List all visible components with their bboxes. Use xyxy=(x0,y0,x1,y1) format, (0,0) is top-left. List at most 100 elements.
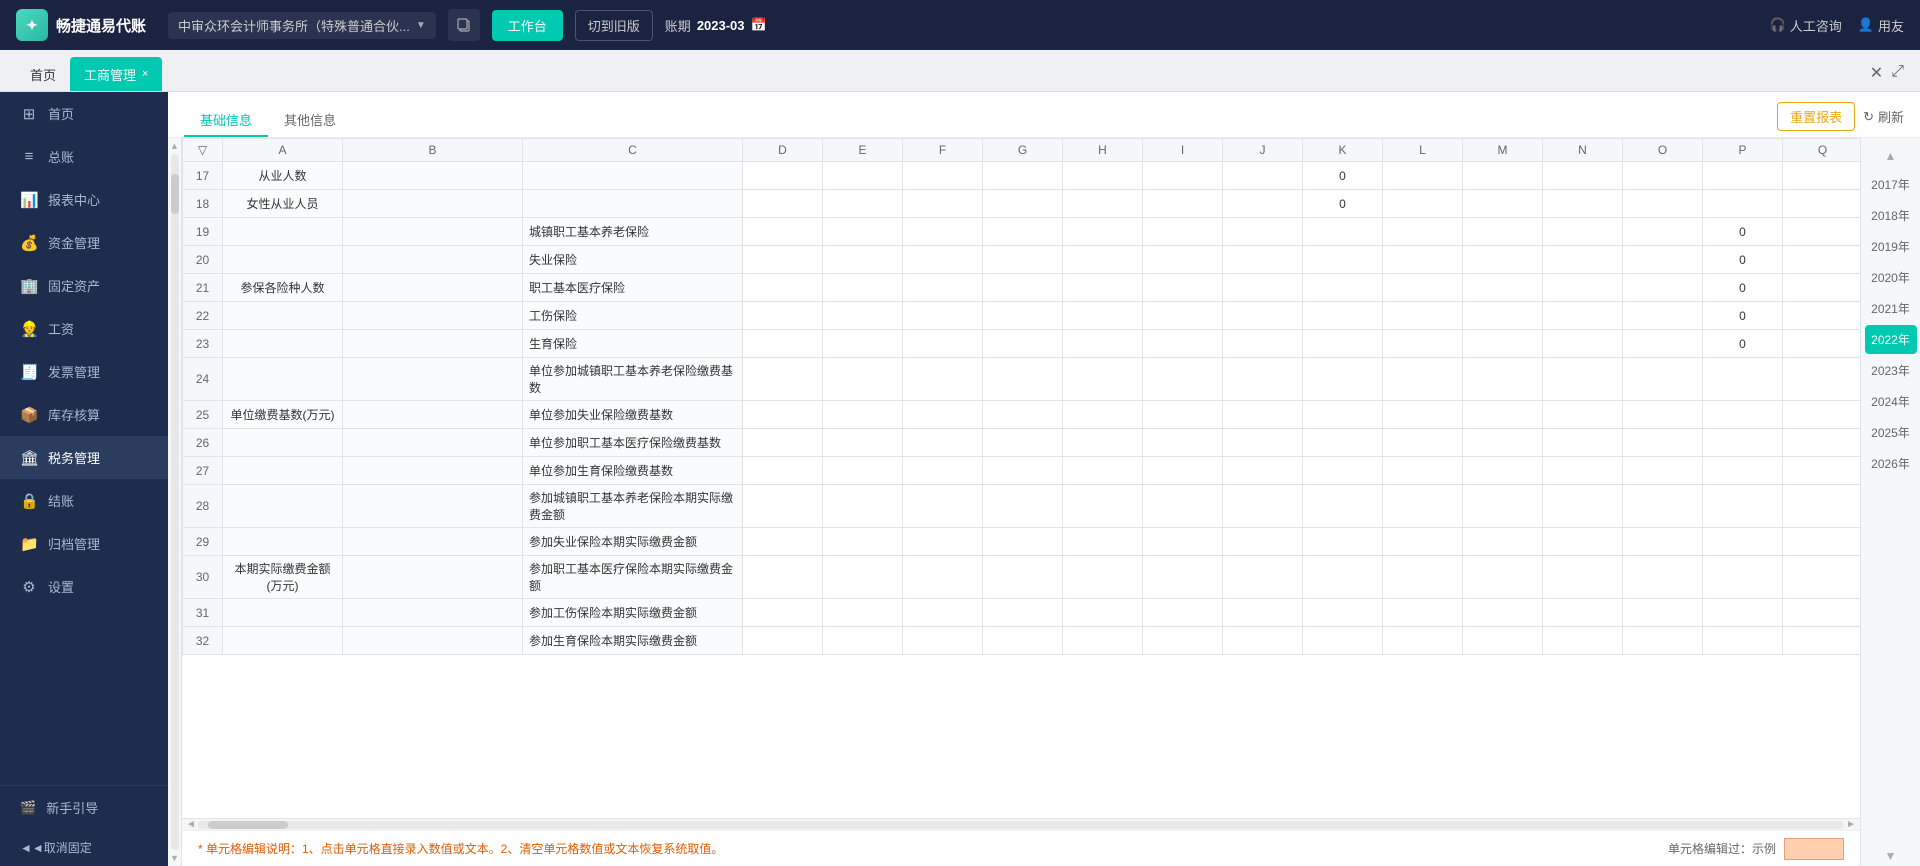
col-d-cell[interactable] xyxy=(743,485,823,528)
col-c-cell[interactable]: 单位参加失业保险缴费基数 xyxy=(523,401,743,429)
row-num-cell[interactable]: 18 xyxy=(183,190,223,218)
col-l-cell[interactable] xyxy=(1383,457,1463,485)
col-g-cell[interactable] xyxy=(983,556,1063,599)
col-d-cell[interactable] xyxy=(743,627,823,655)
col-g-cell[interactable] xyxy=(983,401,1063,429)
col-f-cell[interactable] xyxy=(903,429,983,457)
col-n-cell[interactable] xyxy=(1543,302,1623,330)
col-h-cell[interactable] xyxy=(1063,627,1143,655)
row-num-cell[interactable]: 26 xyxy=(183,429,223,457)
col-g-cell[interactable] xyxy=(983,627,1063,655)
sidebar-item-home[interactable]: ⊞ 首页 xyxy=(0,92,168,135)
col-d-cell[interactable] xyxy=(743,358,823,401)
col-o-cell[interactable] xyxy=(1623,358,1703,401)
col-d-cell[interactable] xyxy=(743,218,823,246)
col-n-cell[interactable] xyxy=(1543,190,1623,218)
col-b-cell[interactable] xyxy=(343,627,523,655)
sidebar-item-settings[interactable]: ⚙ 设置 xyxy=(0,565,168,608)
tab-industrial[interactable]: 工商管理 × xyxy=(70,57,162,91)
col-p-cell[interactable] xyxy=(1703,528,1783,556)
col-d-cell[interactable] xyxy=(743,401,823,429)
sidebar-item-inventory[interactable]: 📦 库存核算 xyxy=(0,393,168,436)
col-k-cell[interactable] xyxy=(1303,556,1383,599)
col-j-cell[interactable] xyxy=(1223,358,1303,401)
col-h-cell[interactable] xyxy=(1063,429,1143,457)
col-o-cell[interactable] xyxy=(1623,162,1703,190)
col-d-cell[interactable] xyxy=(743,528,823,556)
col-c-cell[interactable]: 参加生育保险本期实际缴费金额 xyxy=(523,627,743,655)
user-button[interactable]: 👤 用友 xyxy=(1858,16,1904,35)
col-p-cell[interactable] xyxy=(1703,429,1783,457)
col-f-cell[interactable] xyxy=(903,190,983,218)
col-e-cell[interactable] xyxy=(823,302,903,330)
sidebar-item-wages[interactable]: 👷 工资 xyxy=(0,307,168,350)
col-e-cell[interactable] xyxy=(823,457,903,485)
col-b-cell[interactable] xyxy=(343,457,523,485)
col-p-cell[interactable] xyxy=(1703,485,1783,528)
col-c-cell[interactable]: 参加职工基本医疗保险本期实际缴费金额 xyxy=(523,556,743,599)
col-a-cell[interactable]: 从业人数 xyxy=(223,162,343,190)
col-j-cell[interactable] xyxy=(1223,401,1303,429)
scroll-up-btn[interactable]: ▲ xyxy=(169,140,181,152)
copy-button[interactable] xyxy=(448,9,480,41)
col-i-cell[interactable] xyxy=(1143,190,1223,218)
col-j-cell[interactable] xyxy=(1223,485,1303,528)
col-e-cell[interactable] xyxy=(823,218,903,246)
col-k-cell[interactable] xyxy=(1303,246,1383,274)
service-button[interactable]: 🎧 人工咨询 xyxy=(1770,16,1842,35)
col-n-cell[interactable] xyxy=(1543,528,1623,556)
col-p-cell[interactable] xyxy=(1703,599,1783,627)
col-g-cell[interactable] xyxy=(983,246,1063,274)
col-d-cell[interactable] xyxy=(743,330,823,358)
col-o-cell[interactable] xyxy=(1623,528,1703,556)
col-j-cell[interactable] xyxy=(1223,274,1303,302)
row-num-cell[interactable]: 30 xyxy=(183,556,223,599)
col-o-cell[interactable] xyxy=(1623,246,1703,274)
spreadsheet-container[interactable]: ▽ A B C D E F G H I xyxy=(182,138,1860,818)
col-q-cell[interactable] xyxy=(1783,429,1861,457)
col-n-cell[interactable] xyxy=(1543,218,1623,246)
col-b-cell[interactable] xyxy=(343,246,523,274)
col-d-cell[interactable] xyxy=(743,599,823,627)
col-m-cell[interactable] xyxy=(1463,401,1543,429)
col-b-cell[interactable] xyxy=(343,429,523,457)
col-m-cell[interactable] xyxy=(1463,218,1543,246)
col-i-cell[interactable] xyxy=(1143,429,1223,457)
col-q-cell[interactable] xyxy=(1783,401,1861,429)
col-k-cell[interactable] xyxy=(1303,274,1383,302)
col-j-cell[interactable] xyxy=(1223,302,1303,330)
col-q-cell[interactable] xyxy=(1783,528,1861,556)
col-o-cell[interactable] xyxy=(1623,401,1703,429)
col-a-cell[interactable] xyxy=(223,627,343,655)
col-b-cell[interactable] xyxy=(343,401,523,429)
col-c-cell[interactable]: 参加城镇职工基本养老保险本期实际缴费金额 xyxy=(523,485,743,528)
vertical-scrollbar[interactable]: ▲ ▼ xyxy=(168,138,182,866)
col-b-cell[interactable] xyxy=(343,274,523,302)
col-f-cell[interactable] xyxy=(903,556,983,599)
col-o-cell[interactable] xyxy=(1623,599,1703,627)
row-num-cell[interactable]: 27 xyxy=(183,457,223,485)
col-e-cell[interactable] xyxy=(823,330,903,358)
col-j-cell[interactable] xyxy=(1223,246,1303,274)
col-g-cell[interactable] xyxy=(983,330,1063,358)
col-i-cell[interactable] xyxy=(1143,627,1223,655)
col-c-cell[interactable]: 单位参加生育保险缴费基数 xyxy=(523,457,743,485)
row-num-cell[interactable]: 25 xyxy=(183,401,223,429)
sidebar-item-archive[interactable]: 📁 归档管理 xyxy=(0,522,168,565)
new-guide-item[interactable]: 🎬 新手引导 xyxy=(0,786,168,829)
col-k-cell[interactable] xyxy=(1303,358,1383,401)
col-e-cell[interactable] xyxy=(823,190,903,218)
col-a-cell[interactable] xyxy=(223,330,343,358)
col-p-cell[interactable]: 0 xyxy=(1703,246,1783,274)
sidebar-item-invoice[interactable]: 🧾 发票管理 xyxy=(0,350,168,393)
col-o-cell[interactable] xyxy=(1623,556,1703,599)
col-p-cell[interactable] xyxy=(1703,190,1783,218)
col-g-cell[interactable] xyxy=(983,485,1063,528)
col-l-cell[interactable] xyxy=(1383,274,1463,302)
year-2021[interactable]: 2021年 xyxy=(1865,294,1917,323)
col-f-cell[interactable] xyxy=(903,485,983,528)
col-m-cell[interactable] xyxy=(1463,599,1543,627)
row-num-cell[interactable]: 17 xyxy=(183,162,223,190)
col-j-cell[interactable] xyxy=(1223,528,1303,556)
col-d-cell[interactable] xyxy=(743,302,823,330)
